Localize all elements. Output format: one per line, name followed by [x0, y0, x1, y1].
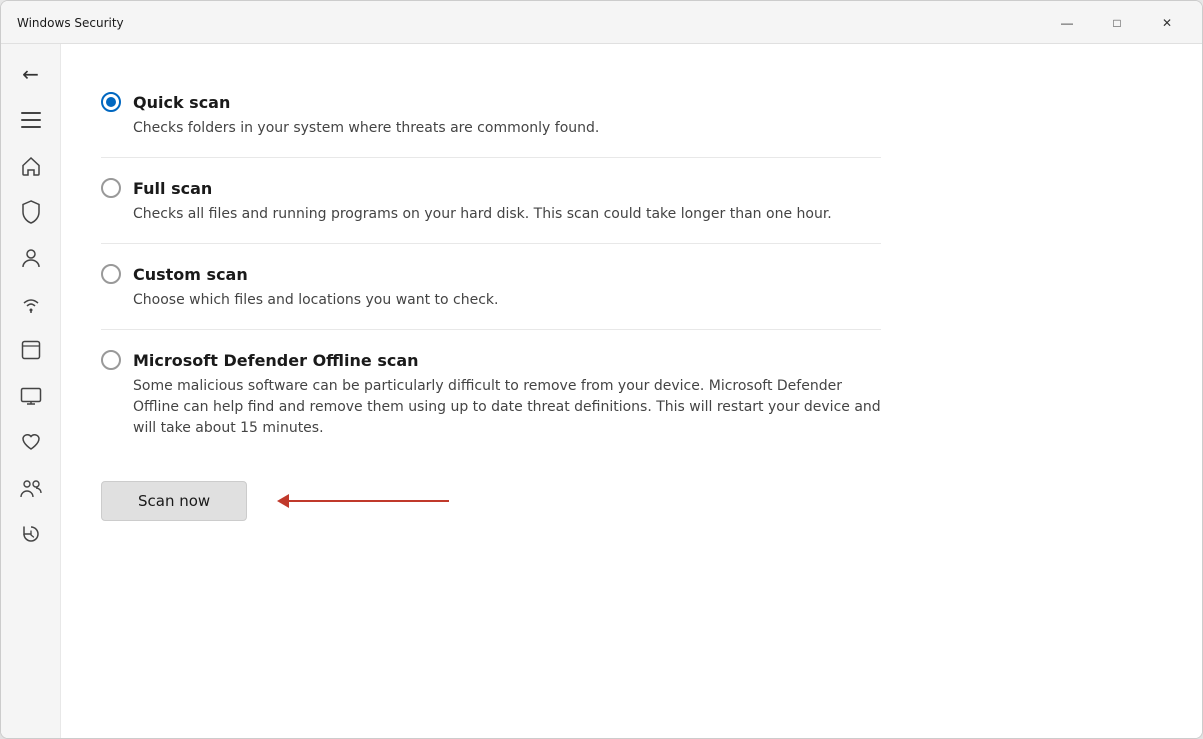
sidebar-item-history[interactable] — [7, 512, 55, 556]
arrow-line — [289, 500, 449, 502]
title-bar: Windows Security — □ ✕ — [1, 1, 1202, 44]
window-title: Windows Security — [17, 16, 124, 30]
scan-option-offline-title: Microsoft Defender Offline scan — [133, 351, 419, 370]
scan-option-full-title: Full scan — [133, 179, 212, 198]
sidebar-item-back[interactable]: ← — [7, 52, 55, 96]
maximize-button[interactable]: □ — [1094, 9, 1140, 37]
scan-option-offline-desc: Some malicious software can be particula… — [101, 376, 881, 439]
scan-option-quick: Quick scan Checks folders in your system… — [101, 76, 881, 153]
radio-quick[interactable] — [101, 92, 121, 112]
scan-option-custom-title: Custom scan — [133, 265, 248, 284]
scan-option-quick-desc: Checks folders in your system where thre… — [101, 118, 881, 139]
windows-security-window: Windows Security — □ ✕ ← — [0, 0, 1203, 739]
arrow-head — [277, 494, 289, 508]
sidebar-item-home[interactable] — [7, 144, 55, 188]
scan-options-list: Quick scan Checks folders in your system… — [101, 76, 881, 521]
radio-full[interactable] — [101, 178, 121, 198]
scan-option-offline: Microsoft Defender Offline scan Some mal… — [101, 334, 881, 453]
sidebar-item-network[interactable] — [7, 282, 55, 326]
sidebar-item-shield[interactable] — [7, 190, 55, 234]
scan-option-full-header: Full scan — [101, 178, 881, 198]
scan-option-full-desc: Checks all files and running programs on… — [101, 204, 881, 225]
radio-custom[interactable] — [101, 264, 121, 284]
sidebar-item-menu[interactable] — [7, 98, 55, 142]
arrow-annotation — [279, 494, 449, 508]
divider-1 — [101, 157, 881, 158]
scan-option-quick-title: Quick scan — [133, 93, 230, 112]
scan-option-custom-header: Custom scan — [101, 264, 881, 284]
main-content: Quick scan Checks folders in your system… — [61, 44, 1202, 738]
scan-option-full: Full scan Checks all files and running p… — [101, 162, 881, 239]
app-body: ← — [1, 44, 1202, 738]
sidebar-item-account[interactable] — [7, 236, 55, 280]
sidebar-item-family[interactable] — [7, 466, 55, 510]
sidebar: ← — [1, 44, 61, 738]
minimize-button[interactable]: — — [1044, 9, 1090, 37]
scan-option-quick-header: Quick scan — [101, 92, 881, 112]
sidebar-item-health[interactable] — [7, 420, 55, 464]
scan-option-offline-header: Microsoft Defender Offline scan — [101, 350, 881, 370]
divider-3 — [101, 329, 881, 330]
divider-2 — [101, 243, 881, 244]
close-button[interactable]: ✕ — [1144, 9, 1190, 37]
scan-now-section: Scan now — [101, 481, 881, 521]
sidebar-item-device[interactable] — [7, 374, 55, 418]
scan-now-button[interactable]: Scan now — [101, 481, 247, 521]
radio-offline[interactable] — [101, 350, 121, 370]
window-controls: — □ ✕ — [1044, 9, 1190, 37]
scan-option-custom-desc: Choose which files and locations you wan… — [101, 290, 881, 311]
sidebar-item-browser[interactable] — [7, 328, 55, 372]
scan-option-custom: Custom scan Choose which files and locat… — [101, 248, 881, 325]
